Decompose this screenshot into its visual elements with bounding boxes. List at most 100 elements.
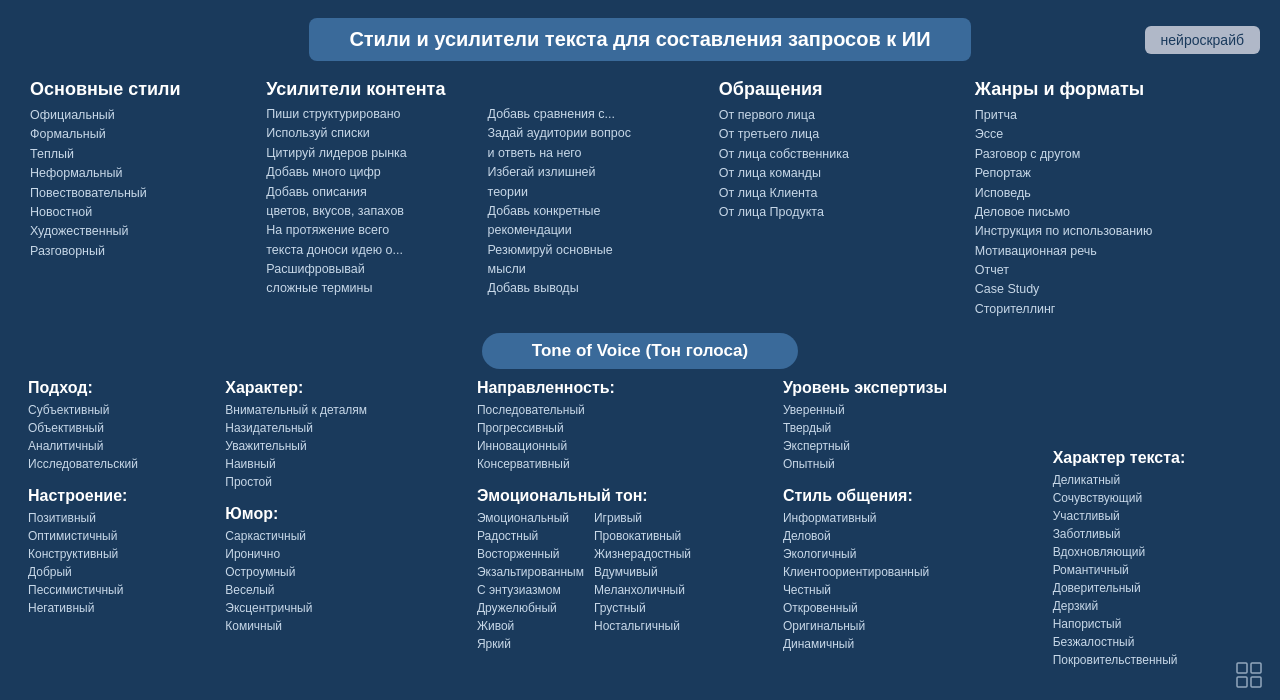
list-item: От лица собственника — [719, 145, 955, 164]
list-item: Избегай излишней — [488, 163, 699, 182]
list-item: Экологичный — [783, 545, 1037, 563]
list-item: Повествовательный — [30, 184, 246, 203]
list-item: цветов, вкусов, запахов — [266, 202, 477, 221]
list-item: Доверительный — [1053, 579, 1252, 597]
list-item: Безжалостный — [1053, 633, 1252, 651]
mood-group: Настроение: Позитивный Оптимистичный Кон… — [28, 487, 209, 617]
list-item: Твердый — [783, 419, 1037, 437]
list-item: Комичный — [225, 617, 461, 635]
list-item: Клиентоориентированный — [783, 563, 1037, 581]
list-item: Романтичный — [1053, 561, 1252, 579]
list-item: Веселый — [225, 581, 461, 599]
list-item: Меланхоличный — [594, 581, 691, 599]
list-item: Деловое письмо — [975, 203, 1250, 222]
expertise-group: Уровень экспертизы Уверенный Твердый Экс… — [783, 379, 1037, 473]
col-approach-mood: Подход: Субъективный Объективный Аналити… — [20, 379, 217, 669]
main-title: Стили и усилители текста для составления… — [309, 18, 970, 61]
list-item: Сторителлинг — [975, 300, 1250, 319]
list-item: Честный — [783, 581, 1037, 599]
genres-header: Жанры и форматы — [975, 79, 1250, 100]
col-expertise-communication: Уровень экспертизы Уверенный Твердый Экс… — [775, 379, 1045, 669]
list-item: Саркастичный — [225, 527, 461, 545]
emotional-col1: Эмоциональный Радостный Восторженный Экз… — [477, 509, 584, 653]
list-item: Вдумчивый — [594, 563, 691, 581]
bottom-section: Подход: Субъективный Объективный Аналити… — [0, 375, 1280, 673]
list-item: Наивный — [225, 455, 461, 473]
list-item: Ностальгичный — [594, 617, 691, 635]
emotional-tone-group: Эмоциональный тон: Эмоциональный Радостн… — [477, 487, 767, 653]
direction-group: Направленность: Последовательный Прогрес… — [477, 379, 767, 473]
list-item: Вдохновляющий — [1053, 543, 1252, 561]
text-character-header: Характер текста: — [1053, 449, 1252, 467]
list-item: Информативный — [783, 509, 1037, 527]
expertise-header: Уровень экспертизы — [783, 379, 1037, 397]
list-item: Субъективный — [28, 401, 209, 419]
list-item: Последовательный — [477, 401, 767, 419]
list-item: теории — [488, 183, 699, 202]
list-item: Отчет — [975, 261, 1250, 280]
list-item: Добавь сравнения с... — [488, 105, 699, 124]
list-item: Жизнерадостный — [594, 545, 691, 563]
list-item: Инструкция по использованию — [975, 222, 1250, 241]
col-character-humor: Характер: Внимательный к деталям Назидат… — [217, 379, 469, 669]
top-section: Основные стили Официальный Формальный Те… — [0, 71, 1280, 323]
list-item: Конструктивный — [28, 545, 209, 563]
list-item: Добавь выводы — [488, 279, 699, 298]
list-item: Оригинальный — [783, 617, 1037, 635]
list-item: мысли — [488, 260, 699, 279]
character-header: Характер: — [225, 379, 461, 397]
list-item: Остроумный — [225, 563, 461, 581]
list-item: Теплый — [30, 145, 246, 164]
addresses-header: Обращения — [719, 79, 955, 100]
col-direction-emotional: Направленность: Последовательный Прогрес… — [469, 379, 775, 669]
emotional-tone-header: Эмоциональный тон: — [477, 487, 767, 505]
list-item: Исповедь — [975, 184, 1250, 203]
list-item: Мотивационная речь — [975, 242, 1250, 261]
list-item: Внимательный к деталям — [225, 401, 461, 419]
character-group: Характер: Внимательный к деталям Назидат… — [225, 379, 461, 491]
list-item: Добавь конкретные — [488, 202, 699, 221]
list-item: Новостной — [30, 203, 246, 222]
list-item: Пиши структурировано — [266, 105, 477, 124]
humor-group: Юмор: Саркастичный Иронично Остроумный В… — [225, 505, 461, 635]
list-item: Назидательный — [225, 419, 461, 437]
list-item: Игривый — [594, 509, 691, 527]
list-item: Опытный — [783, 455, 1037, 473]
list-item: Откровенный — [783, 599, 1037, 617]
list-item: Уверенный — [783, 401, 1037, 419]
mood-header: Настроение: — [28, 487, 209, 505]
list-item: Используй списки — [266, 124, 477, 143]
text-character-group: Характер текста: Деликатный Сочувствующи… — [1053, 449, 1252, 669]
list-item: Яркий — [477, 635, 584, 653]
list-item: Объективный — [28, 419, 209, 437]
list-item: От третьего лица — [719, 125, 955, 144]
content-amplifiers-header: Усилители контента — [266, 79, 445, 100]
communication-group: Стиль общения: Информативный Деловой Эко… — [783, 487, 1037, 653]
list-item: Оптимистичный — [28, 527, 209, 545]
list-item: Сочувствующий — [1053, 489, 1252, 507]
tov-title: Tone of Voice (Тон голоса) — [482, 333, 798, 369]
list-item: От первого лица — [719, 106, 955, 125]
col-basic-styles: Основные стили Официальный Формальный Те… — [20, 79, 256, 319]
col-text-character: Характер текста: Деликатный Сочувствующи… — [1045, 379, 1260, 669]
col-content-amplifiers: Усилители контента Пиши структурировано … — [256, 79, 709, 319]
list-item: Case Study — [975, 280, 1250, 299]
list-item: Художественный — [30, 222, 246, 241]
col-addresses: Обращения От первого лица От третьего ли… — [709, 79, 965, 319]
list-item: Исследовательский — [28, 455, 209, 473]
list-item: От лица команды — [719, 164, 955, 183]
list-item: Прогрессивный — [477, 419, 767, 437]
list-item: Заботливый — [1053, 525, 1252, 543]
list-item: Участливый — [1053, 507, 1252, 525]
list-item: Провокативный — [594, 527, 691, 545]
header-bar: Стили и усилители текста для составления… — [0, 0, 1280, 71]
list-item: Дерзкий — [1053, 597, 1252, 615]
list-item: Эмоциональный — [477, 509, 584, 527]
list-item: Экзальтированным — [477, 563, 584, 581]
list-item: Живой — [477, 617, 584, 635]
list-item: Притча — [975, 106, 1250, 125]
list-item: текста доноси идею о... — [266, 241, 477, 260]
list-item: От лица Клиента — [719, 184, 955, 203]
list-item: Дружелюбный — [477, 599, 584, 617]
svg-rect-1 — [1251, 663, 1261, 673]
